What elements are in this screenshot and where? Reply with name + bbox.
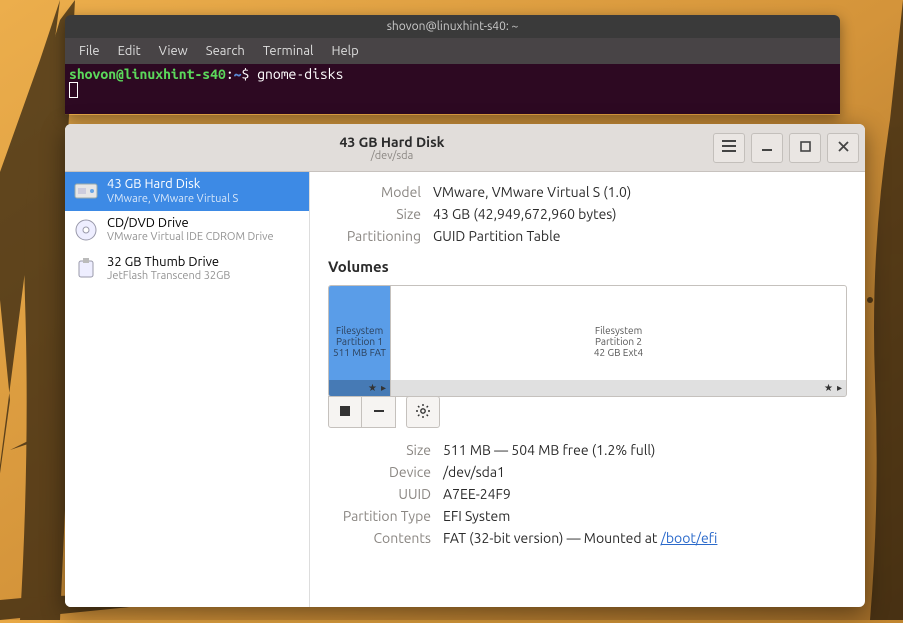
disks-header[interactable]: 43 GB Hard Disk /dev/sda [65, 124, 865, 172]
vol-line3: 511 MB FAT [329, 347, 390, 358]
device-detail-pane: Model VMware, VMware Virtual S (1.0) Siz… [310, 172, 865, 607]
vol-line3: 42 GB Ext4 [391, 347, 846, 358]
volume-options-button[interactable] [406, 396, 440, 428]
volume-toolbar [328, 396, 847, 428]
hdd-icon [73, 178, 99, 204]
header-subtitle-text: /dev/sda [77, 150, 707, 162]
vol-line2: Partition 2 [391, 336, 846, 347]
minimize-button[interactable] [751, 133, 783, 163]
volume-partition-2[interactable]: Filesystem Partition 2 42 GB Ext4 ★ ▸ [391, 286, 846, 396]
close-icon [838, 141, 849, 155]
volume-map: Filesystem Partition 1 511 MB FAT ★ ▸ Fi… [328, 285, 847, 397]
device-row-usb[interactable]: 32 GB Thumb Drive JetFlash Transcend 32G… [65, 250, 309, 289]
delete-partition-button[interactable] [362, 396, 396, 428]
device-name: 32 GB Thumb Drive [107, 255, 230, 271]
label-partitioning: Partitioning [328, 228, 433, 244]
value-partitioning: GUID Partition Table [433, 228, 560, 244]
star-icon: ★ [368, 382, 377, 394]
device-sub: VMware, VMware Virtual S [107, 193, 238, 206]
value-vol-device: /dev/sda1 [443, 464, 505, 480]
label-vol-device: Device [328, 464, 443, 480]
menu-terminal[interactable]: Terminal [257, 42, 320, 60]
gear-icon [416, 404, 430, 421]
play-icon: ▸ [837, 382, 842, 394]
star-icon: ★ [824, 382, 833, 394]
terminal-window: shovon@linuxhint-s40: ~ File Edit View S… [65, 15, 840, 115]
terminal-cursor [69, 82, 78, 98]
value-vol-contents: FAT (32-bit version) — Mounted at /boot/… [443, 530, 717, 546]
menu-edit[interactable]: Edit [112, 42, 147, 60]
device-name: CD/DVD Drive [107, 216, 274, 232]
vol-line1: Filesystem [391, 325, 846, 336]
stop-icon [340, 405, 350, 419]
hamburger-icon [722, 140, 736, 155]
cd-icon [73, 217, 99, 243]
menu-view[interactable]: View [153, 42, 194, 60]
menu-help[interactable]: Help [325, 42, 364, 60]
prompt-user: shovon@linuxhint-s40 [69, 66, 226, 82]
play-icon: ▸ [381, 382, 386, 394]
label-vol-ptype: Partition Type [328, 508, 443, 524]
unmount-button[interactable] [328, 396, 362, 428]
device-sub: VMware Virtual IDE CDROM Drive [107, 231, 274, 244]
menu-file[interactable]: File [73, 42, 106, 60]
contents-prefix: FAT (32-bit version) — Mounted at [443, 530, 661, 546]
close-button[interactable] [827, 133, 859, 163]
label-size: Size [328, 206, 433, 222]
device-sub: JetFlash Transcend 32GB [107, 270, 230, 283]
terminal-title: shovon@linuxhint-s40: ~ [387, 20, 519, 33]
device-name: 43 GB Hard Disk [107, 177, 238, 193]
header-title-text: 43 GB Hard Disk [77, 134, 707, 150]
value-vol-ptype: EFI System [443, 508, 510, 524]
prompt-sep: : [226, 66, 234, 82]
menu-search[interactable]: Search [200, 42, 251, 60]
minimize-icon [761, 140, 773, 155]
prompt-end: $ [242, 66, 250, 82]
maximize-icon [800, 141, 811, 155]
vol-line2: Partition 1 [329, 336, 390, 347]
terminal-command: gnome-disks [257, 66, 343, 82]
terminal-body[interactable]: shovon@linuxhint-s40:~$ gnome-disks [65, 64, 840, 114]
mount-point-link[interactable]: /boot/efi [661, 530, 718, 546]
maximize-button[interactable] [789, 133, 821, 163]
device-sidebar: 43 GB Hard Disk VMware, VMware Virtual S… [65, 172, 310, 607]
label-vol-uuid: UUID [328, 486, 443, 502]
device-row-cdrom[interactable]: CD/DVD Drive VMware Virtual IDE CDROM Dr… [65, 211, 309, 250]
label-vol-size: Size [328, 442, 443, 458]
terminal-menubar: File Edit View Search Terminal Help [65, 38, 840, 64]
label-vol-contents: Contents [328, 530, 443, 546]
volume-partition-1[interactable]: Filesystem Partition 1 511 MB FAT ★ ▸ [329, 286, 391, 396]
label-model: Model [328, 184, 433, 200]
disks-window: 43 GB Hard Disk /dev/sda [65, 124, 865, 607]
vol-line1: Filesystem [329, 325, 390, 336]
hamburger-menu-button[interactable] [713, 133, 745, 163]
value-model: VMware, VMware Virtual S (1.0) [433, 184, 631, 200]
device-row-hdd[interactable]: 43 GB Hard Disk VMware, VMware Virtual S [65, 172, 309, 211]
usb-icon [73, 256, 99, 282]
volumes-heading: Volumes [328, 258, 847, 275]
value-vol-uuid: A7EE-24F9 [443, 486, 511, 502]
prompt-path: ~ [234, 66, 242, 82]
disks-header-title: 43 GB Hard Disk /dev/sda [77, 134, 707, 162]
minus-icon [373, 405, 385, 420]
value-vol-size: 511 MB — 504 MB free (1.2% full) [443, 442, 655, 458]
terminal-titlebar[interactable]: shovon@linuxhint-s40: ~ [65, 15, 840, 38]
value-size: 43 GB (42,949,672,960 bytes) [433, 206, 617, 222]
